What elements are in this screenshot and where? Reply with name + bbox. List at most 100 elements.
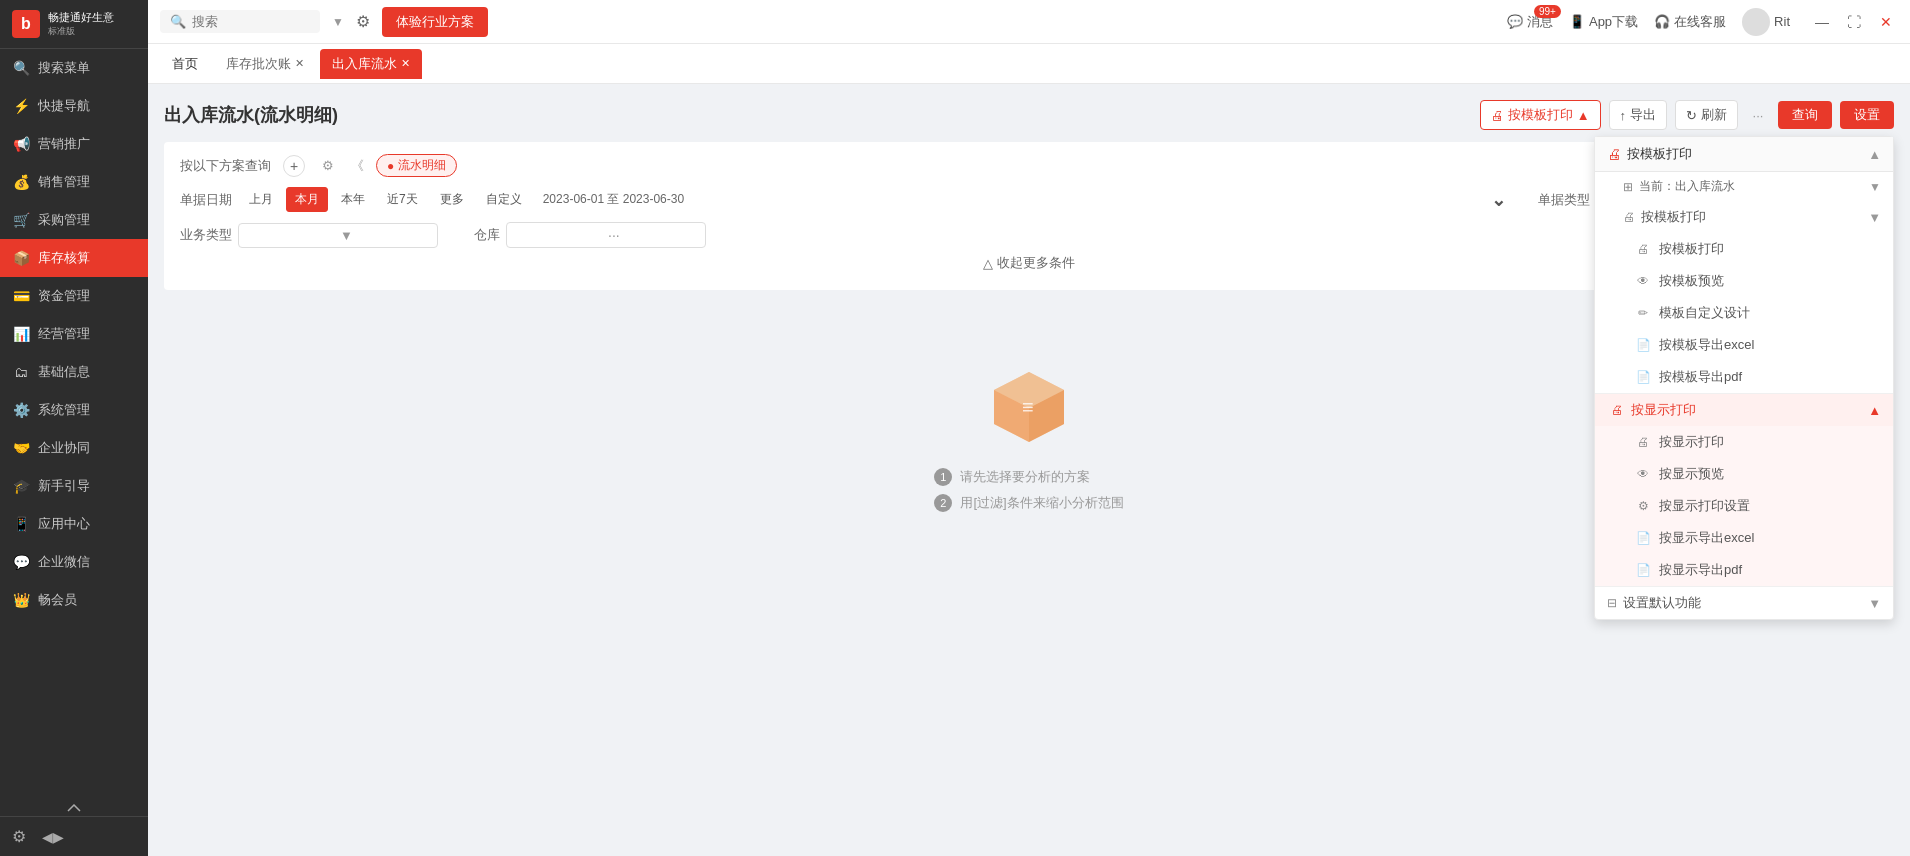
- print-template-btn[interactable]: 🖨 按模板打印 ▲: [1480, 100, 1601, 130]
- template-excel-item[interactable]: 📄 按模板导出excel: [1595, 329, 1893, 361]
- sidebar-item-marketing[interactable]: 📢 营销推广: [0, 125, 148, 163]
- display-section-header[interactable]: 🖨 按显示打印 ▲: [1595, 394, 1893, 426]
- dropdown-header: 🖨 按模板打印 ▲: [1595, 137, 1893, 172]
- guide-icon: 🎓: [12, 478, 30, 494]
- sidebar-item-guide[interactable]: 🎓 新手引导: [0, 467, 148, 505]
- maximize-btn[interactable]: ⛶: [1842, 10, 1866, 34]
- date-btn-last-month[interactable]: 上月: [240, 187, 282, 212]
- settings-btn[interactable]: 设置: [1840, 101, 1894, 129]
- display-print-item[interactable]: 🖨 按显示打印: [1595, 426, 1893, 458]
- tab-flow-label: 出入库流水: [332, 55, 397, 73]
- sidebar-item-operation[interactable]: 📊 经营管理: [0, 315, 148, 353]
- headset-icon: 🎧: [1654, 14, 1670, 29]
- current-icon: ⊞: [1623, 180, 1633, 194]
- date-btn-this-month[interactable]: 本月: [286, 187, 328, 212]
- empty-step-1: 1 请先选择要分析的方案: [934, 468, 1123, 486]
- dropdown-title-text: 按模板打印: [1627, 145, 1692, 163]
- sidebar-item-wechat[interactable]: 💬 企业微信: [0, 543, 148, 581]
- doc-type-expand-btn[interactable]: ⌄: [1491, 189, 1506, 211]
- active-filter-tag[interactable]: ● 流水明细: [376, 154, 457, 177]
- sidebar-item-appcenter[interactable]: 📱 应用中心: [0, 505, 148, 543]
- tab-flow[interactable]: 出入库流水 ✕: [320, 49, 422, 79]
- tab-batch[interactable]: 库存批次账 ✕: [214, 49, 316, 79]
- app-download-label: App下载: [1589, 13, 1638, 31]
- template-print-label: 按模板打印: [1659, 240, 1724, 258]
- date-btn-this-year[interactable]: 本年: [332, 187, 374, 212]
- trial-btn[interactable]: 体验行业方案: [382, 7, 488, 37]
- export-label: 导出: [1630, 106, 1656, 124]
- sidebar-item-basic[interactable]: 🗂 基础信息: [0, 353, 148, 391]
- sidebar-item-inventory[interactable]: 📦 库存核算: [0, 239, 148, 277]
- settings-gear-icon[interactable]: ⚙: [356, 12, 370, 31]
- sidebar-item-shortcut[interactable]: ⚡ 快捷导航: [0, 87, 148, 125]
- sidebar-item-cooperation[interactable]: 🤝 企业协同: [0, 429, 148, 467]
- close-btn[interactable]: ✕: [1874, 10, 1898, 34]
- current-label: 当前：出入库流水: [1639, 178, 1735, 195]
- display-excel-item[interactable]: 📄 按显示导出excel: [1595, 522, 1893, 554]
- sidebar-item-purchase[interactable]: 🛒 采购管理: [0, 201, 148, 239]
- more-options-icon[interactable]: ···: [608, 227, 697, 243]
- date-field-label: 单据日期: [180, 191, 232, 209]
- sidebar-item-label: 经营管理: [38, 325, 90, 343]
- filter-collapse-btn[interactable]: 《: [351, 157, 364, 175]
- tab-batch-close[interactable]: ✕: [295, 57, 304, 70]
- dropdown-up-btn[interactable]: ▲: [1868, 147, 1881, 162]
- message-icon: 💬: [1507, 14, 1523, 29]
- date-btn-more[interactable]: 更多: [431, 187, 473, 212]
- biz-type-select[interactable]: ▼: [238, 223, 438, 248]
- tab-flow-close[interactable]: ✕: [401, 57, 410, 70]
- dropdown-chevron-icon[interactable]: ▼: [332, 15, 344, 29]
- toggle-icon[interactable]: ◀▶: [42, 829, 64, 845]
- template-section-header[interactable]: 🖨 按模板打印 ▼: [1595, 201, 1893, 233]
- warehouse-select[interactable]: ···: [506, 222, 706, 248]
- display-pdf-item[interactable]: 📄 按显示导出pdf: [1595, 554, 1893, 586]
- display-print-icon: 🖨: [1635, 434, 1651, 450]
- customer-service-btn[interactable]: 🎧 在线客服: [1654, 13, 1726, 31]
- display-expand-icon: ▲: [1868, 403, 1881, 418]
- print-icon: 🖨: [1635, 241, 1651, 257]
- display-settings-icon: ⚙: [1635, 498, 1651, 514]
- template-custom-item[interactable]: ✏ 模板自定义设计: [1595, 297, 1893, 329]
- operation-icon: 📊: [12, 326, 30, 342]
- sidebar-item-search[interactable]: 🔍 搜索菜单: [0, 49, 148, 87]
- template-print-item[interactable]: 🖨 按模板打印: [1595, 233, 1893, 265]
- more-options-btn[interactable]: ···: [1746, 108, 1770, 123]
- inventory-icon: 📦: [12, 250, 30, 266]
- print-template-label: 按模板打印: [1508, 106, 1573, 124]
- user-avatar[interactable]: Rit: [1742, 8, 1790, 36]
- display-settings-item[interactable]: ⚙ 按显示打印设置: [1595, 490, 1893, 522]
- purchase-icon: 🛒: [12, 212, 30, 228]
- sidebar-item-member[interactable]: 👑 畅会员: [0, 581, 148, 619]
- refresh-btn[interactable]: ↻ 刷新: [1675, 100, 1738, 130]
- query-btn[interactable]: 查询: [1778, 101, 1832, 129]
- template-preview-item[interactable]: 👁 按模板预览: [1595, 265, 1893, 297]
- set-default-item[interactable]: ⊟ 设置默认功能 ▼: [1595, 587, 1893, 619]
- basic-icon: 🗂: [12, 364, 30, 380]
- customer-service-label: 在线客服: [1674, 13, 1726, 31]
- settings-icon[interactable]: ⚙: [12, 827, 26, 846]
- scroll-up-btn[interactable]: [0, 800, 148, 816]
- sidebar-item-system[interactable]: ⚙️ 系统管理: [0, 391, 148, 429]
- current-chevron-icon[interactable]: ▼: [1869, 180, 1881, 194]
- step-1-num: 1: [934, 468, 952, 486]
- sidebar-item-sales[interactable]: 💰 销售管理: [0, 163, 148, 201]
- avatar-img: [1742, 8, 1770, 36]
- date-btn-custom[interactable]: 自定义: [477, 187, 531, 212]
- tab-home[interactable]: 首页: [160, 49, 210, 79]
- display-preview-item[interactable]: 👁 按显示预览: [1595, 458, 1893, 490]
- svg-text:≡: ≡: [1022, 396, 1034, 418]
- search-input[interactable]: [192, 14, 292, 29]
- date-btn-7days[interactable]: 近7天: [378, 187, 427, 212]
- template-pdf-item[interactable]: 📄 按模板导出pdf: [1595, 361, 1893, 393]
- minimize-btn[interactable]: —: [1810, 10, 1834, 34]
- export-btn[interactable]: ↑ 导出: [1609, 100, 1668, 130]
- template-excel-label: 按模板导出excel: [1659, 336, 1754, 354]
- topbar-search-box[interactable]: 🔍: [160, 10, 320, 33]
- pdf-icon: 📄: [1635, 369, 1651, 385]
- settings-icon-small: ⊟: [1607, 596, 1617, 610]
- sidebar-item-finance[interactable]: 💳 资金管理: [0, 277, 148, 315]
- message-btn[interactable]: 💬 消息 99+: [1507, 13, 1553, 31]
- filter-add-btn[interactable]: +: [283, 155, 305, 177]
- app-download-btn[interactable]: 📱 App下载: [1569, 13, 1638, 31]
- filter-settings-btn[interactable]: ⚙: [317, 155, 339, 177]
